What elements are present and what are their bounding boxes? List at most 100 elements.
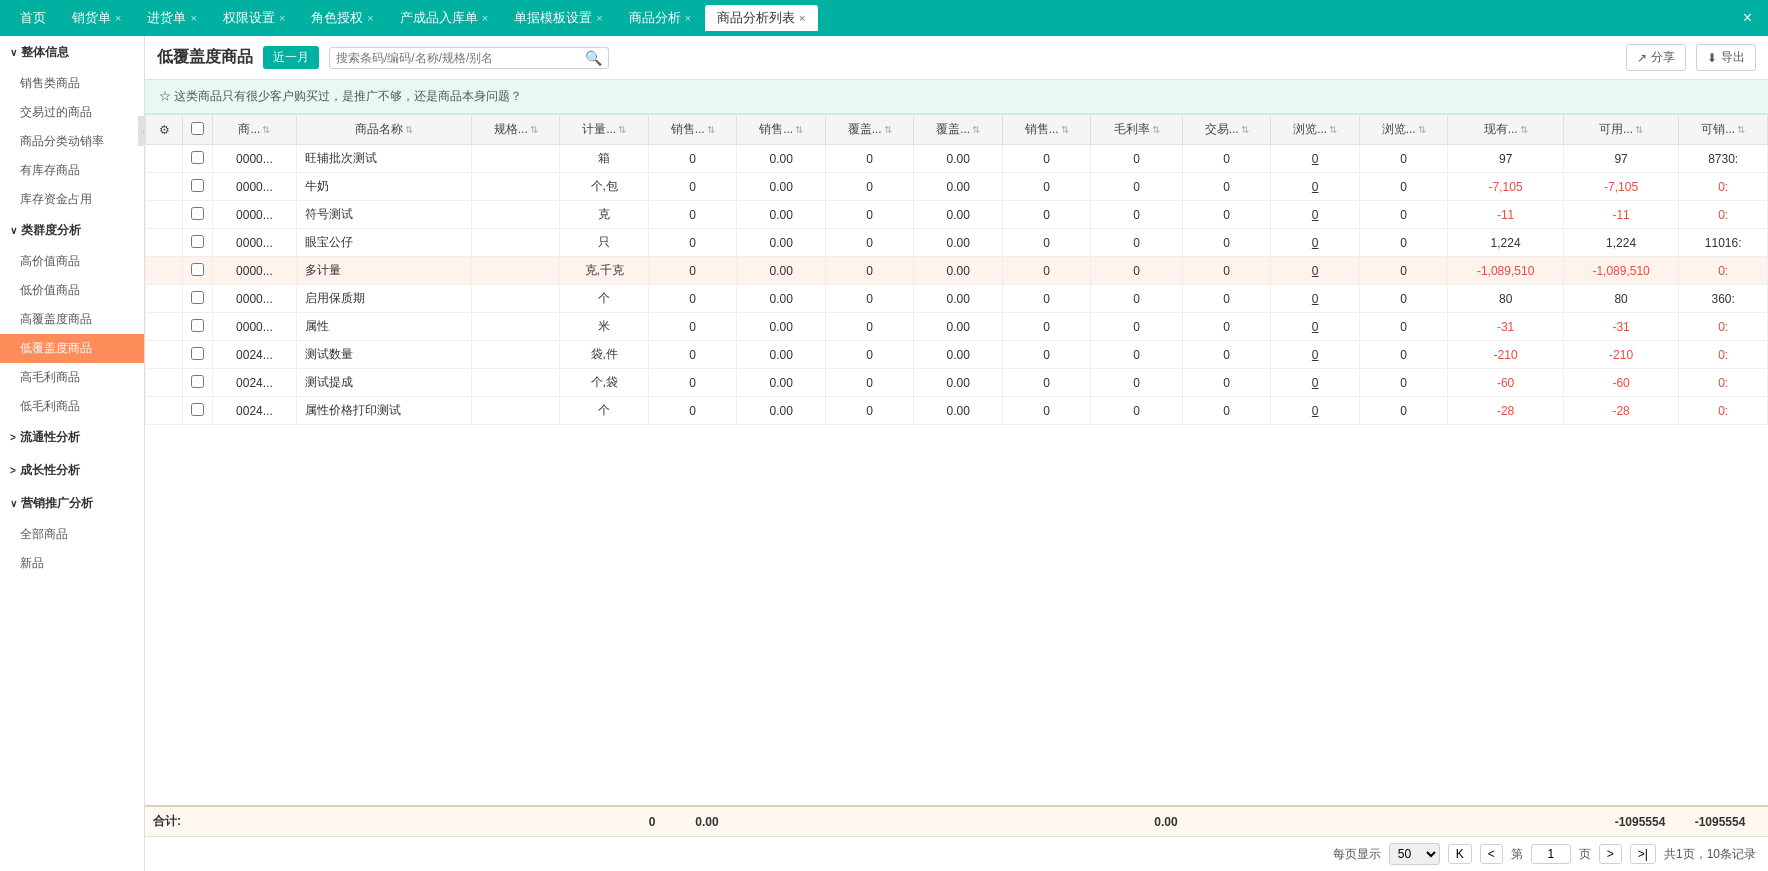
select-all-checkbox[interactable] <box>191 122 204 135</box>
export-button[interactable]: ⬇ 导出 <box>1696 44 1756 71</box>
nav-purchase-order[interactable]: 进货单 × <box>135 5 208 31</box>
window-close-button[interactable]: × <box>1735 7 1760 29</box>
search-icon[interactable]: 🔍 <box>585 50 602 66</box>
nav-product-analysis-list[interactable]: 商品分析列表 × <box>705 5 817 31</box>
nav-close-icon[interactable]: × <box>279 12 285 24</box>
sidebar-item-stocked-products[interactable]: 有库存商品 <box>0 156 144 185</box>
nav-product-warehousing[interactable]: 产成品入库单 × <box>388 5 500 31</box>
sidebar-collapse-button[interactable]: « <box>138 116 145 146</box>
row-checkbox[interactable] <box>183 285 213 313</box>
content-header: 低覆盖度商品 近一月 🔍 ↗ 分享 ⬇ 导出 <box>145 36 1768 80</box>
sidebar-item-category-turnover[interactable]: 商品分类动销率 <box>0 127 144 156</box>
col-margin[interactable]: 毛利率⇅ <box>1091 115 1183 145</box>
row-spec <box>471 285 559 313</box>
sidebar-section-cluster[interactable]: ∨ 类群度分析 <box>0 214 144 247</box>
row-sales-amt: 0.00 <box>737 397 825 425</box>
row-checkbox[interactable] <box>183 313 213 341</box>
search-input[interactable] <box>336 51 585 65</box>
row-sales3: 0 <box>1002 341 1090 369</box>
col-view2[interactable]: 浏览...⇅ <box>1359 115 1447 145</box>
row-checkbox[interactable] <box>183 257 213 285</box>
nav-close-icon[interactable]: × <box>115 12 121 24</box>
sidebar-item-low-margin[interactable]: 低毛利商品 <box>0 392 144 421</box>
prev-page-button[interactable]: < <box>1480 844 1503 864</box>
nav-close-icon[interactable]: × <box>482 12 488 24</box>
page-size-select[interactable]: 50 20 100 <box>1389 843 1440 865</box>
col-view1[interactable]: 浏览...⇅ <box>1271 115 1359 145</box>
row-cover2: 0.00 <box>914 257 1002 285</box>
nav-home[interactable]: 首页 <box>8 5 58 31</box>
row-checkbox[interactable] <box>183 397 213 425</box>
row-checkbox[interactable] <box>183 201 213 229</box>
sidebar-section-marketing[interactable]: ∨ 营销推广分析 <box>0 487 144 520</box>
nav-close-icon[interactable]: × <box>367 12 373 24</box>
col-current-stock[interactable]: 现有...⇅ <box>1448 115 1563 145</box>
sidebar-section-overview[interactable]: ∨ 整体信息 <box>0 36 144 69</box>
gear-icon[interactable]: ⚙ <box>159 123 170 137</box>
row-checkbox[interactable] <box>183 173 213 201</box>
col-cover1[interactable]: 覆盖...⇅ <box>825 115 913 145</box>
sidebar-item-sales-products[interactable]: 销售类商品 <box>0 69 144 98</box>
sidebar-section-circulation[interactable]: > 流通性分析 <box>0 421 144 454</box>
row-view1[interactable]: 0 <box>1271 173 1359 201</box>
row-sales-amt: 0.00 <box>737 313 825 341</box>
nav-close-icon[interactable]: × <box>190 12 196 24</box>
row-checkbox[interactable] <box>183 341 213 369</box>
row-view1[interactable]: 0 <box>1271 257 1359 285</box>
sidebar-item-high-coverage[interactable]: 高覆盖度商品 <box>0 305 144 334</box>
row-view2: 0 <box>1359 341 1447 369</box>
page-title: 低覆盖度商品 <box>157 47 253 68</box>
last-page-button[interactable]: >| <box>1630 844 1656 864</box>
row-sales3: 0 <box>1002 313 1090 341</box>
row-view1[interactable]: 0 <box>1271 397 1359 425</box>
sidebar-item-high-value[interactable]: 高价值商品 <box>0 247 144 276</box>
col-cover2[interactable]: 覆盖...⇅ <box>914 115 1002 145</box>
first-page-button[interactable]: K <box>1448 844 1472 864</box>
sidebar-item-all-products[interactable]: 全部商品 <box>0 520 144 549</box>
row-view1[interactable]: 0 <box>1271 201 1359 229</box>
col-sellable[interactable]: 可销...⇅ <box>1679 115 1768 145</box>
col-sales3[interactable]: 销售...⇅ <box>1002 115 1090 145</box>
col-gear[interactable]: ⚙ <box>146 115 183 145</box>
col-available-stock[interactable]: 可用...⇅ <box>1563 115 1678 145</box>
nav-permission-settings[interactable]: 权限设置 × <box>211 5 297 31</box>
share-button[interactable]: ↗ 分享 <box>1626 44 1686 71</box>
nav-close-icon[interactable]: × <box>799 12 805 24</box>
sidebar-section-growth[interactable]: > 成长性分析 <box>0 454 144 487</box>
row-view1[interactable]: 0 <box>1271 285 1359 313</box>
row-view1[interactable]: 0 <box>1271 341 1359 369</box>
row-view1[interactable]: 0 <box>1271 369 1359 397</box>
nav-product-analysis[interactable]: 商品分析 × <box>617 5 703 31</box>
sidebar-item-low-coverage[interactable]: 低覆盖度商品 <box>0 334 144 363</box>
products-table: ⚙ 商...⇅ 商品名称⇅ 规格...⇅ 计量...⇅ 销售...⇅ 销售...… <box>145 114 1768 425</box>
row-view1[interactable]: 0 <box>1271 313 1359 341</box>
sidebar-item-new-products[interactable]: 新品 <box>0 549 144 578</box>
page-number-input[interactable] <box>1531 844 1571 864</box>
row-sellable: 0: <box>1679 201 1768 229</box>
nav-role-auth[interactable]: 角色授权 × <box>299 5 385 31</box>
nav-sales-order[interactable]: 销货单 × <box>60 5 133 31</box>
next-page-button[interactable]: > <box>1599 844 1622 864</box>
col-sales-amt[interactable]: 销售...⇅ <box>737 115 825 145</box>
row-view1[interactable]: 0 <box>1271 145 1359 173</box>
row-view1[interactable]: 0 <box>1271 229 1359 257</box>
col-unit[interactable]: 计量...⇅ <box>560 115 648 145</box>
table-row: 0000... 旺辅批次测试 箱 0 0.00 0 0.00 0 0 0 0 0… <box>146 145 1768 173</box>
nav-close-icon[interactable]: × <box>685 12 691 24</box>
sidebar-item-high-margin[interactable]: 高毛利商品 <box>0 363 144 392</box>
sidebar-item-traded-products[interactable]: 交易过的商品 <box>0 98 144 127</box>
row-checkbox[interactable] <box>183 145 213 173</box>
nav-template-settings[interactable]: 单据模板设置 × <box>502 5 614 31</box>
time-filter-button[interactable]: 近一月 <box>263 46 319 69</box>
col-name[interactable]: 商品名称⇅ <box>296 115 471 145</box>
nav-close-icon[interactable]: × <box>596 12 602 24</box>
col-code[interactable]: 商...⇅ <box>213 115 296 145</box>
col-trade[interactable]: 交易...⇅ <box>1182 115 1270 145</box>
row-checkbox[interactable] <box>183 369 213 397</box>
row-checkbox[interactable] <box>183 229 213 257</box>
col-sales-qty[interactable]: 销售...⇅ <box>648 115 736 145</box>
sidebar-item-stock-capital[interactable]: 库存资金占用 <box>0 185 144 214</box>
col-spec[interactable]: 规格...⇅ <box>471 115 559 145</box>
footer-sales-amt: 0.00 <box>682 815 732 829</box>
sidebar-item-low-value[interactable]: 低价值商品 <box>0 276 144 305</box>
